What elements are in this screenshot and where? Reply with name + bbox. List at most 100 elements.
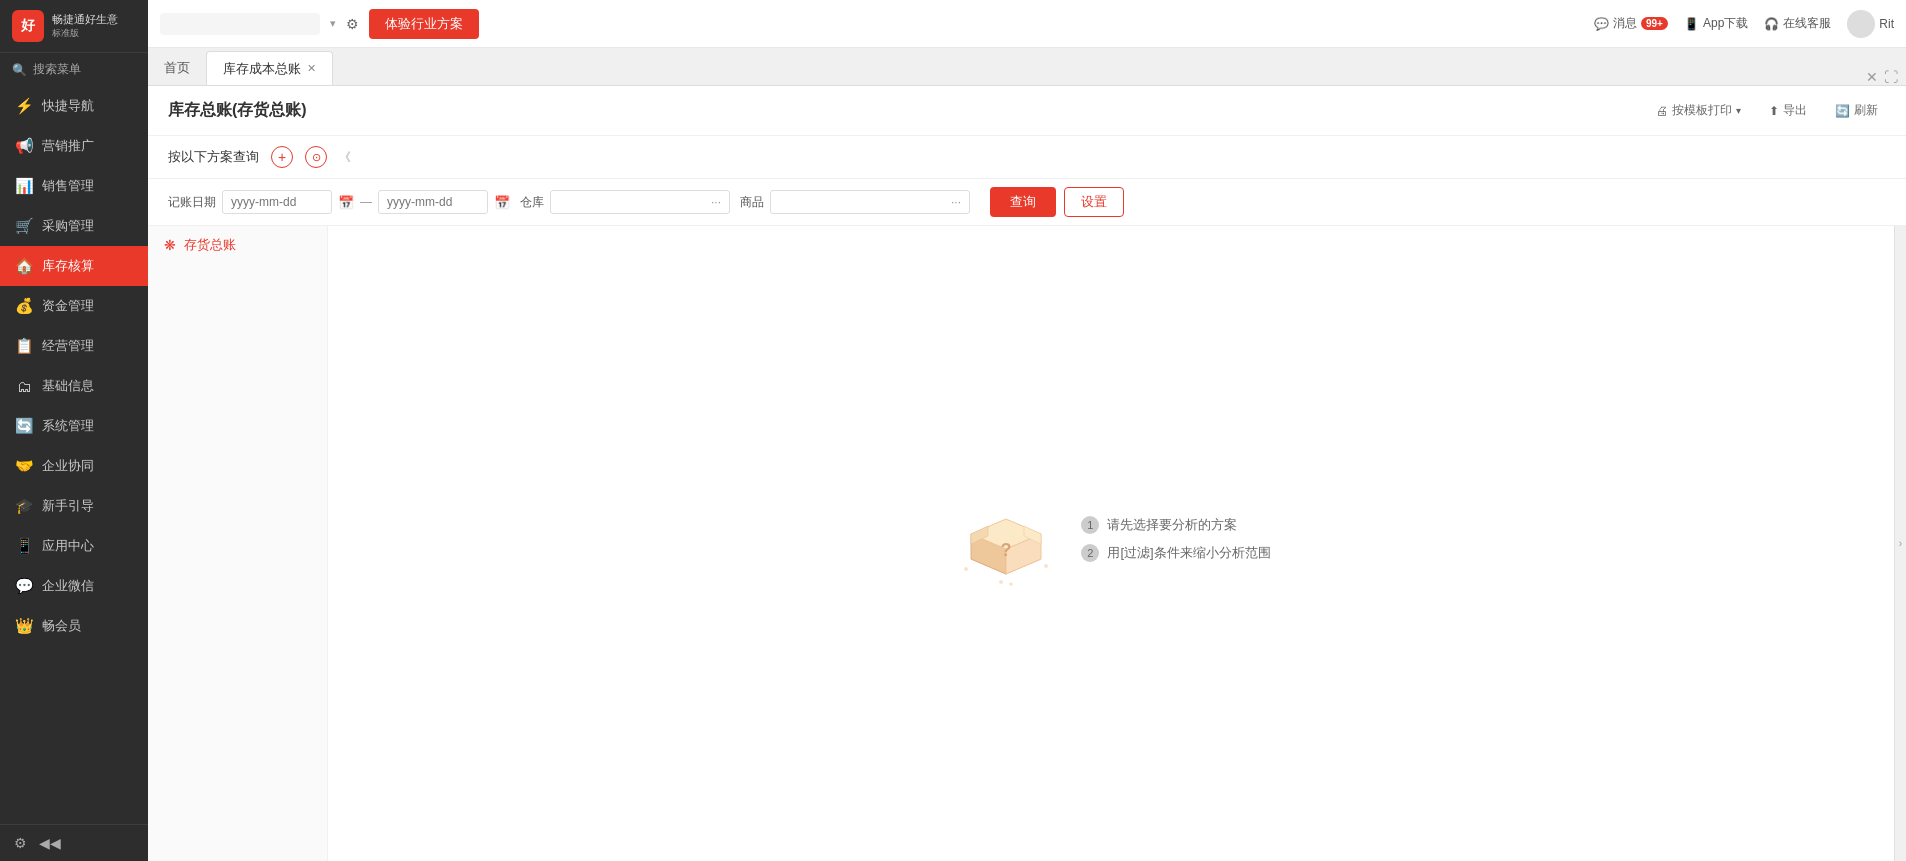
enterprise-icon: 🤝 [14,457,34,475]
svg-point-8 [1044,564,1048,568]
sidebar-item-label: 营销推广 [42,137,94,155]
scheme-item-inventory-ledger[interactable]: ❋ 存货总账 [148,226,327,264]
sales-icon: 📊 [14,177,34,195]
newbie-icon: 🎓 [14,497,34,515]
calendar-to-icon[interactable]: 📅 [494,195,510,210]
wechat-icon: 💬 [14,577,34,595]
inventory-icon: 🏠 [14,257,34,275]
refresh-button[interactable]: 🔄 刷新 [1827,98,1886,123]
sidebar-item-inventory[interactable]: 🏠 库存核算 [0,246,148,286]
tab-close-page-icon[interactable]: ✕ [1866,69,1878,85]
date-to-input[interactable] [378,190,488,214]
product-label: 商品 [740,194,764,211]
filter-collapse-icon[interactable]: 《 [339,149,351,166]
filter-view-button[interactable]: ⊙ [305,146,327,168]
print-button[interactable]: 🖨 按模板打印 ▾ [1648,98,1749,123]
sidebar-item-sales[interactable]: 📊 销售管理 [0,166,148,206]
product-placeholder [779,195,782,209]
query-button[interactable]: 查询 [990,187,1056,217]
user-area[interactable]: Rit [1847,10,1894,38]
warehouse-placeholder [559,195,562,209]
sidebar-item-purchase[interactable]: 🛒 采购管理 [0,206,148,246]
sidebar-search[interactable]: 🔍 搜索菜单 [0,53,148,86]
filter-bar: 按以下方案查询 + ⊙ 《 [148,136,1906,179]
system-icon: 🔄 [14,417,34,435]
date-field: 记账日期 📅 — 📅 [168,190,510,214]
app-download-item[interactable]: 📱 App下载 [1684,15,1748,32]
messages-item[interactable]: 💬 消息 99+ [1594,15,1668,32]
scheme-item-label: 存货总账 [184,236,236,254]
settings-button[interactable]: 设置 [1064,187,1124,217]
scheme-panel: ❋ 存货总账 [148,226,328,861]
user-name: Rit [1879,17,1894,31]
sidebar-item-label: 畅会员 [42,617,81,635]
sidebar-item-marketing[interactable]: 📢 营销推广 [0,126,148,166]
audio-footer-icon[interactable]: ◀◀ [39,835,61,851]
sidebar-item-operations[interactable]: 📋 经营管理 [0,326,148,366]
sidebar-item-label: 应用中心 [42,537,94,555]
tab-close-icon[interactable]: ✕ [307,62,316,75]
sidebar-item-basic[interactable]: 🗂 基础信息 [0,366,148,406]
warehouse-label: 仓库 [520,194,544,211]
topbar-chevron-icon[interactable]: ▾ [330,17,336,30]
product-select[interactable]: ··· [770,190,970,214]
search-icon: 🔍 [12,63,27,77]
topbar-right: 💬 消息 99+ 📱 App下载 🎧 在线客服 Rit [1594,10,1894,38]
topbar-gear-icon[interactable]: ⚙ [346,16,359,32]
sidebar-item-label: 新手引导 [42,497,94,515]
sidebar-item-finance[interactable]: 💰 资金管理 [0,286,148,326]
empty-inner: ? 1 请先选择要分析的 [951,494,1270,594]
trial-button[interactable]: 体验行业方案 [369,9,479,39]
sidebar-item-label: 基础信息 [42,377,94,395]
svg-point-9 [999,580,1003,584]
online-service-label: 在线客服 [1783,15,1831,32]
svg-point-7 [964,567,968,571]
headset-icon: 🎧 [1764,17,1779,31]
sidebar-logo: 好 畅捷通好生意 标准版 [0,0,148,53]
warehouse-more-icon: ··· [711,195,721,209]
marketing-icon: 📢 [14,137,34,155]
user-avatar [1847,10,1875,38]
page-actions: 🖨 按模板打印 ▾ ⬆ 导出 🔄 刷新 [1648,98,1886,123]
sidebar-footer: ⚙ ◀◀ [0,824,148,861]
empty-illustration: ? [951,494,1051,594]
tabbar: 首页 库存成本总账 ✕ ✕ ⛶ [148,48,1906,86]
export-button[interactable]: ⬆ 导出 [1761,98,1815,123]
main-area: ▾ ⚙ 体验行业方案 💬 消息 99+ 📱 App下载 🎧 在线客服 Rit [148,0,1906,861]
tab-expand-icon[interactable]: ⛶ [1884,69,1898,85]
sidebar-item-wechat[interactable]: 💬 企业微信 [0,566,148,606]
warehouse-field: 仓库 ··· [520,190,730,214]
online-service-item[interactable]: 🎧 在线客服 [1764,15,1831,32]
scheme-icon: ❋ [164,237,176,253]
sidebar-item-appstore[interactable]: 📱 应用中心 [0,526,148,566]
vip-icon: 👑 [14,617,34,635]
logo-text-area: 畅捷通好生意 标准版 [52,12,118,40]
sidebar-item-enterprise[interactable]: 🤝 企业协同 [0,446,148,486]
warehouse-select[interactable]: ··· [550,190,730,214]
calendar-from-icon[interactable]: 📅 [338,195,354,210]
tab-home[interactable]: 首页 [148,51,206,85]
tip-item-2: 2 用[过滤]条件来缩小分析范围 [1081,544,1270,562]
filter-label: 按以下方案查询 [168,148,259,166]
right-toggle[interactable]: › [1894,226,1906,861]
sidebar-item-vip[interactable]: 👑 畅会员 [0,606,148,646]
operations-icon: 📋 [14,337,34,355]
empty-state: ? 1 请先选择要分析的 [328,226,1894,861]
topbar-search-area[interactable] [160,13,320,35]
tip-text-2: 用[过滤]条件来缩小分析范围 [1107,544,1270,562]
home-tab-label: 首页 [164,59,190,77]
sidebar-item-label: 采购管理 [42,217,94,235]
sidebar-item-quick-nav[interactable]: ⚡ 快捷导航 [0,86,148,126]
tab-inventory-cost[interactable]: 库存成本总账 ✕ [206,51,333,85]
page-title: 库存总账(存货总账) [168,100,307,121]
filter-add-button[interactable]: + [271,146,293,168]
date-from-input[interactable] [222,190,332,214]
sidebar-item-system[interactable]: 🔄 系统管理 [0,406,148,446]
page-header: 库存总账(存货总账) 🖨 按模板打印 ▾ ⬆ 导出 🔄 刷新 [148,86,1906,136]
refresh-label: 刷新 [1854,102,1878,119]
tip-text-1: 请先选择要分析的方案 [1107,516,1237,534]
inventory-cost-tab-label: 库存成本总账 [223,60,301,78]
settings-footer-icon[interactable]: ⚙ [14,835,27,851]
sidebar-item-newbie[interactable]: 🎓 新手引导 [0,486,148,526]
refresh-icon: 🔄 [1835,104,1850,118]
